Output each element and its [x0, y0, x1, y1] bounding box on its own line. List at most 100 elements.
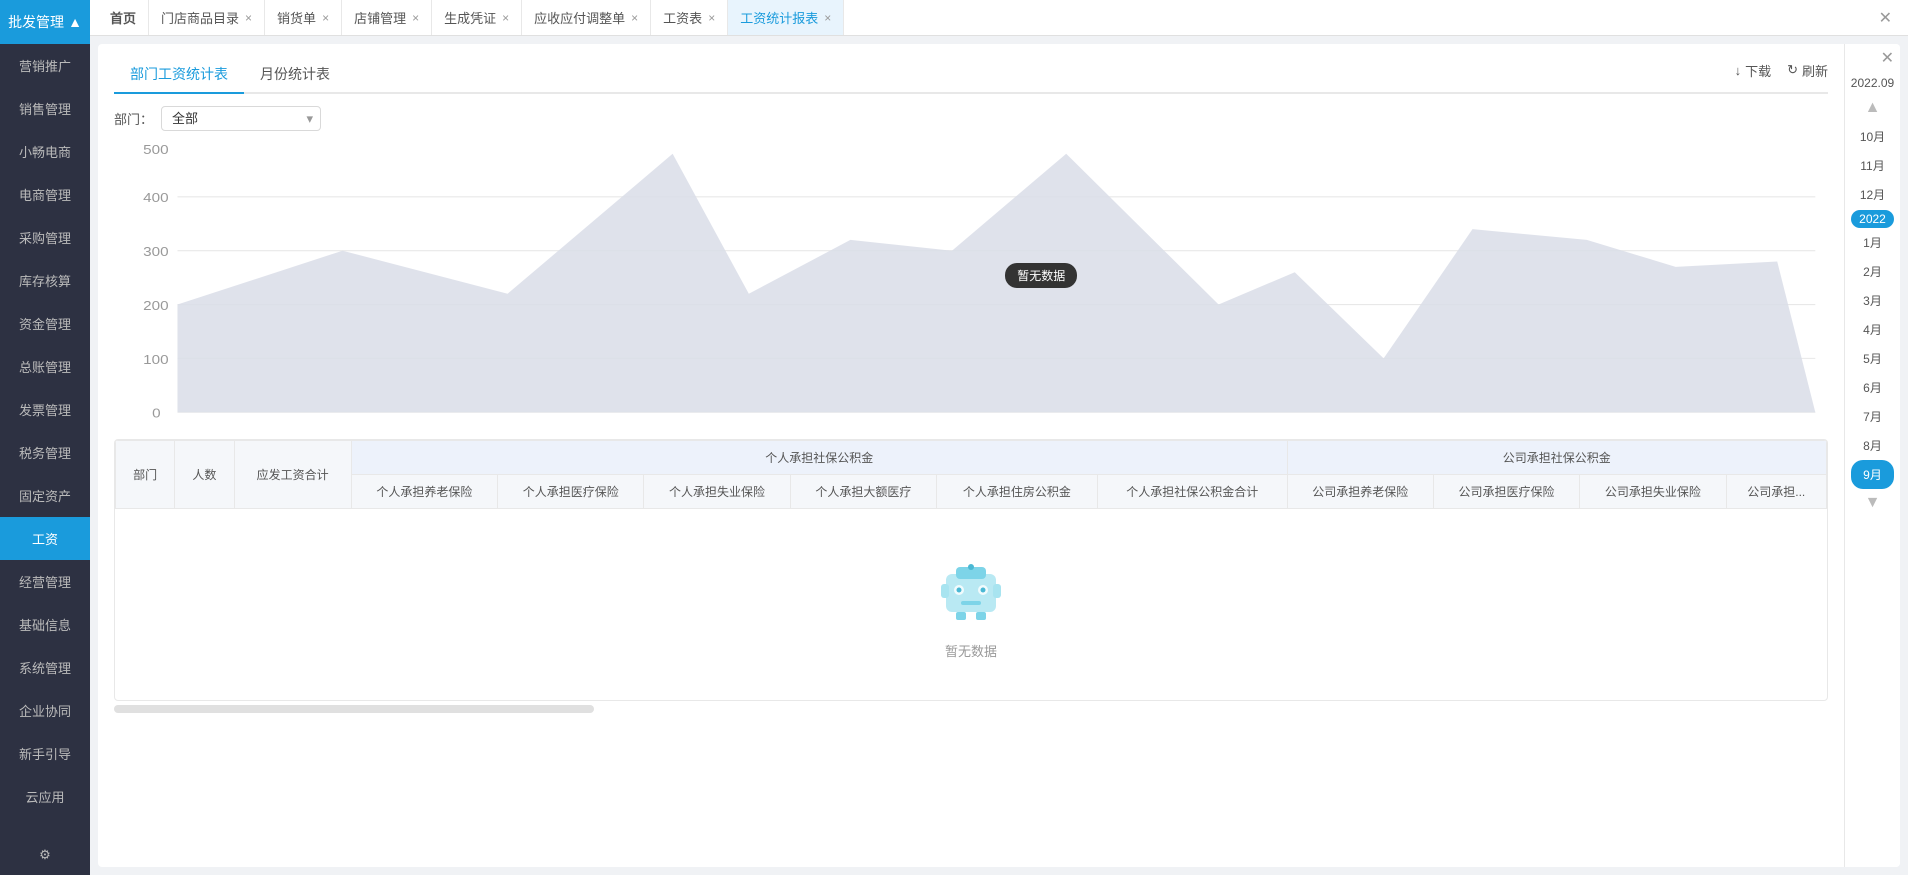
empty-icon [931, 549, 1011, 629]
sidebar-item-inventory[interactable]: 库存核算 [0, 259, 90, 302]
sidebar-item-cloud-apps[interactable]: 云应用 [0, 775, 90, 818]
refresh-button[interactable]: ↻ 刷新 [1787, 61, 1828, 80]
year-month-panel: ✕ 2022.09 ▲ 10月11月12月20221月2月3月4月5月6月7月8… [1844, 44, 1900, 867]
tab-close-sales-order[interactable]: × [322, 11, 329, 25]
tab-store-catalog[interactable]: 门店商品目录× [149, 0, 265, 36]
dept-label: 部门： [114, 109, 153, 128]
sidebar-item-invoice[interactable]: 发票管理 [0, 388, 90, 431]
sub-tab-dept-stats[interactable]: 部门工资统计表 [114, 56, 244, 94]
svg-text:500: 500 [143, 143, 169, 157]
content-area: 部门工资统计表月份统计表 ↓ 下载 ↻ 刷新 部门： [98, 44, 1900, 867]
year-badge-2022[interactable]: 2022 [1851, 210, 1894, 228]
tab-close-payroll-table[interactable]: × [708, 11, 715, 25]
sidebar-title-icon: ▲ [68, 14, 82, 30]
th-headcount: 人数 [175, 441, 234, 509]
panel-close-icon: ✕ [1881, 48, 1894, 68]
table-header-row2: 个人承担养老保险 个人承担医疗保险 个人承担失业保险 个人承担大额医疗 个人承担… [116, 475, 1827, 509]
tab-home[interactable]: 首页 [98, 0, 149, 36]
year-month-items: 10月11月12月20221月2月3月4月5月6月7月8月9月 [1845, 122, 1900, 489]
month-item-5月[interactable]: 5月 [1845, 344, 1900, 373]
main-area: 首页门店商品目录×销货单×店铺管理×生成凭证×应收应付调整单×工资表×工资统计报… [90, 0, 1908, 875]
tab-label-generate-voucher: 生成凭证 [444, 8, 496, 27]
svg-text:400: 400 [143, 190, 169, 205]
tab-payroll-report[interactable]: 工资统计报表× [728, 0, 844, 36]
month-item-7月[interactable]: 7月 [1845, 402, 1900, 431]
download-button[interactable]: ↓ 下载 [1735, 61, 1772, 80]
panel-next-button[interactable]: ▼ [1859, 489, 1887, 517]
tab-close-store-mgmt[interactable]: × [412, 11, 419, 25]
month-item-2月[interactable]: 2月 [1845, 257, 1900, 286]
page-content: 部门工资统计表月份统计表 ↓ 下载 ↻ 刷新 部门： [98, 44, 1844, 867]
month-item-12月[interactable]: 12月 [1845, 180, 1900, 209]
month-item-9月[interactable]: 9月 [1851, 460, 1894, 489]
sidebar-settings[interactable]: ⚙ [0, 835, 90, 875]
dept-select[interactable]: 全部 [161, 106, 321, 131]
tab-bar: 首页门店商品目录×销货单×店铺管理×生成凭证×应收应付调整单×工资表×工资统计报… [90, 0, 1908, 36]
sidebar-item-payroll[interactable]: 工资 [0, 517, 90, 560]
tab-label-store-mgmt: 店铺管理 [354, 8, 406, 27]
sidebar-item-operations[interactable]: 经营管理 [0, 560, 90, 603]
chart-area: 0 100 200 300 400 500 暂无数据 [114, 143, 1828, 423]
tab-close-ar-ap[interactable]: × [631, 11, 638, 25]
sidebar-item-general-ledger[interactable]: 总账管理 [0, 345, 90, 388]
sub-tab-month-stats[interactable]: 月份统计表 [244, 56, 346, 94]
svg-text:300: 300 [143, 244, 169, 259]
close-all-icon[interactable]: ✕ [1871, 8, 1900, 28]
tab-close-store-catalog[interactable]: × [245, 11, 252, 25]
th-personal-pension: 个人承担养老保险 [351, 475, 497, 509]
th-company-social: 公司承担社保公积金 [1287, 441, 1826, 475]
tab-label-payroll-table: 工资表 [663, 8, 702, 27]
tab-store-mgmt[interactable]: 店铺管理 × [342, 0, 432, 36]
month-item-3月[interactable]: 3月 [1845, 286, 1900, 315]
sidebar-item-enterprise[interactable]: 企业协同 [0, 689, 90, 732]
sidebar-item-tax[interactable]: 税务管理 [0, 431, 90, 474]
tab-payroll-table[interactable]: 工资表 × [651, 0, 728, 36]
panel-prev-button[interactable]: ▲ [1859, 94, 1887, 122]
sidebar-title[interactable]: 批发管理 ▲ [0, 0, 90, 44]
dept-filter: 部门： 全部 [114, 106, 321, 131]
sidebar-item-guide[interactable]: 新手引导 [0, 732, 90, 775]
tab-label-sales-order: 销货单 [277, 8, 316, 27]
th-total-salary: 应发工资合计 [234, 441, 351, 509]
svg-text:200: 200 [143, 298, 169, 313]
tab-sales-order[interactable]: 销货单 × [265, 0, 342, 36]
sidebar-item-finance[interactable]: 资金管理 [0, 302, 90, 345]
month-item-8月[interactable]: 8月 [1845, 431, 1900, 460]
download-label: 下载 [1745, 61, 1771, 80]
chart-svg: 0 100 200 300 400 500 [114, 143, 1828, 423]
sidebar-item-ecommerce-small[interactable]: 小畅电商 [0, 130, 90, 173]
month-item-10月[interactable]: 10月 [1845, 122, 1900, 151]
chart-polygon [177, 154, 1815, 412]
refresh-label: 刷新 [1802, 61, 1828, 80]
sidebar-item-basic-info[interactable]: 基础信息 [0, 603, 90, 646]
refresh-icon: ↻ [1787, 62, 1798, 78]
th-company-medical: 公司承担医疗保险 [1433, 475, 1579, 509]
sidebar-item-fixed-assets[interactable]: 固定资产 [0, 474, 90, 517]
tab-generate-voucher[interactable]: 生成凭证 × [432, 0, 522, 36]
th-personal-social: 个人承担社保公积金 [351, 441, 1287, 475]
tab-close-payroll-report[interactable]: × [824, 11, 831, 25]
month-item-4月[interactable]: 4月 [1845, 315, 1900, 344]
tab-ar-ap[interactable]: 应收应付调整单× [522, 0, 651, 36]
bottom-scrollbar[interactable] [114, 705, 594, 713]
month-item-1月[interactable]: 1月 [1845, 228, 1900, 257]
th-dept: 部门 [116, 441, 175, 509]
svg-text:100: 100 [143, 352, 169, 367]
toolbar: 部门： 全部 [114, 106, 1828, 131]
sidebar-item-ecommerce[interactable]: 电商管理 [0, 173, 90, 216]
sidebar-title-text: 批发管理 [8, 12, 64, 32]
sidebar-item-system[interactable]: 系统管理 [0, 646, 90, 689]
month-item-11月[interactable]: 11月 [1845, 151, 1900, 180]
tab-close-generate-voucher[interactable]: × [502, 11, 509, 25]
th-personal-unemployment: 个人承担失业保险 [644, 475, 790, 509]
panel-close-button[interactable]: ✕ [1845, 44, 1900, 72]
month-item-6月[interactable]: 6月 [1845, 373, 1900, 402]
sidebar-item-sales[interactable]: 销售管理 [0, 87, 90, 130]
sidebar-item-purchase[interactable]: 采购管理 [0, 216, 90, 259]
sidebar-item-marketing[interactable]: 营销推广 [0, 44, 90, 87]
download-icon: ↓ [1735, 63, 1742, 78]
table-header-row1: 部门 人数 应发工资合计 个人承担社保公积金 公司承担社保公积金 [116, 441, 1827, 475]
chart-tooltip: 暂无数据 [1005, 263, 1077, 288]
svg-text:0: 0 [152, 406, 161, 421]
sub-tabs: 部门工资统计表月份统计表 ↓ 下载 ↻ 刷新 [114, 56, 1828, 94]
